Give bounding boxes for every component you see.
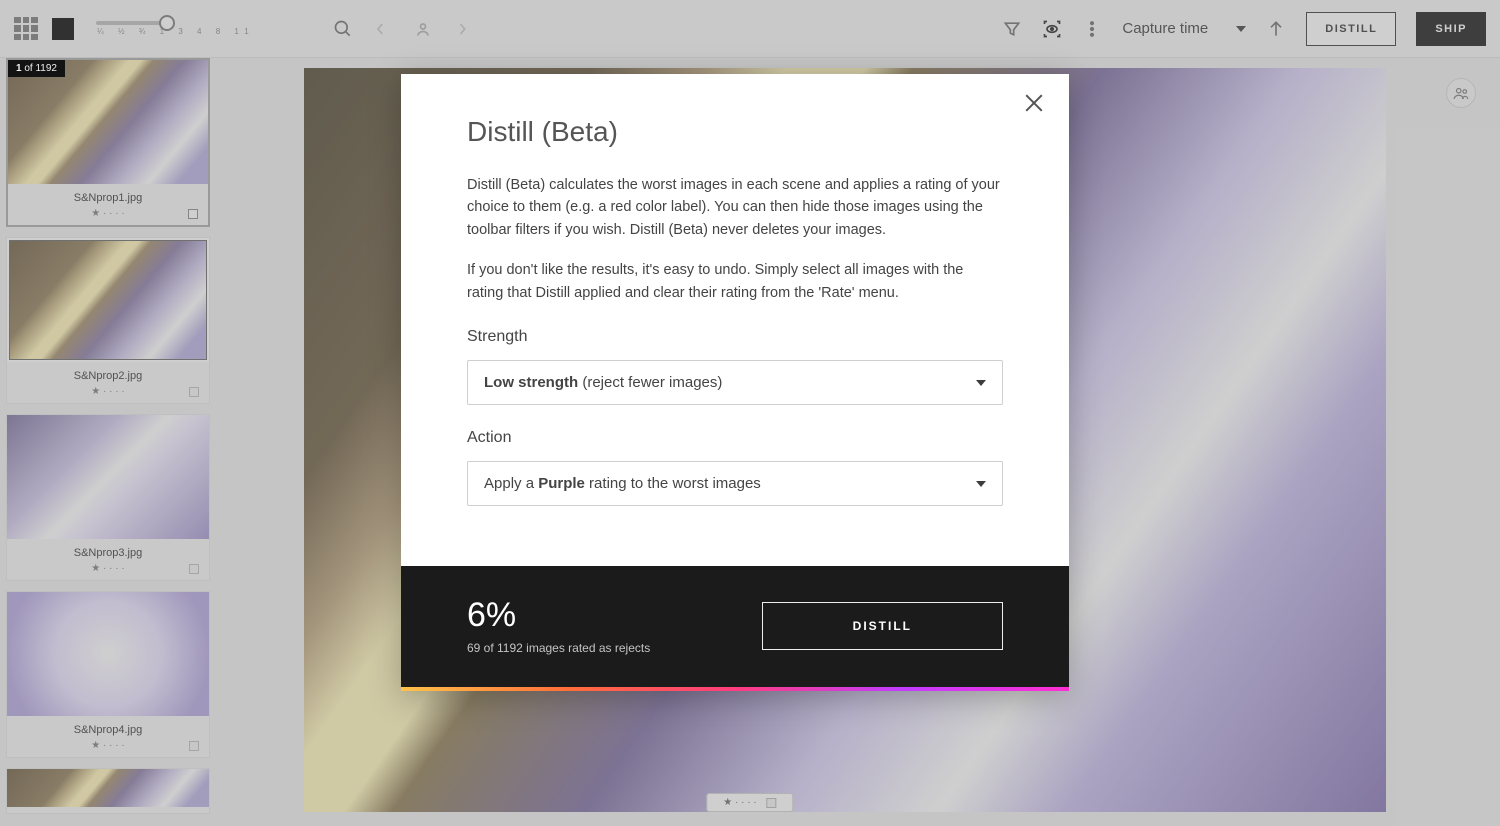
strength-section-label: Strength [467, 328, 1003, 346]
strength-select[interactable]: Low strength (reject fewer images) [467, 360, 1003, 405]
gradient-bar [401, 687, 1069, 691]
chevron-down-icon [976, 380, 986, 386]
modal-paragraph: If you don't like the results, it's easy… [467, 259, 1003, 304]
reject-percentage: 6% [467, 596, 650, 635]
close-icon[interactable] [1023, 92, 1045, 114]
reject-summary: 69 of 1192 images rated as rejects [467, 641, 650, 655]
chevron-down-icon [976, 481, 986, 487]
image-counter: 1 of 1192 [8, 60, 65, 77]
distill-confirm-button[interactable]: DISTILL [762, 602, 1003, 650]
distill-modal: Distill (Beta) Distill (Beta) calculates… [401, 74, 1069, 691]
strength-value: Low strength (reject fewer images) [484, 374, 722, 391]
action-value: Apply a Purple rating to the worst image… [484, 475, 761, 492]
modal-title: Distill (Beta) [467, 116, 1003, 148]
modal-paragraph: Distill (Beta) calculates the worst imag… [467, 174, 1003, 241]
action-section-label: Action [467, 429, 1003, 447]
modal-footer: 6% 69 of 1192 images rated as rejects DI… [401, 566, 1069, 691]
action-select[interactable]: Apply a Purple rating to the worst image… [467, 461, 1003, 506]
